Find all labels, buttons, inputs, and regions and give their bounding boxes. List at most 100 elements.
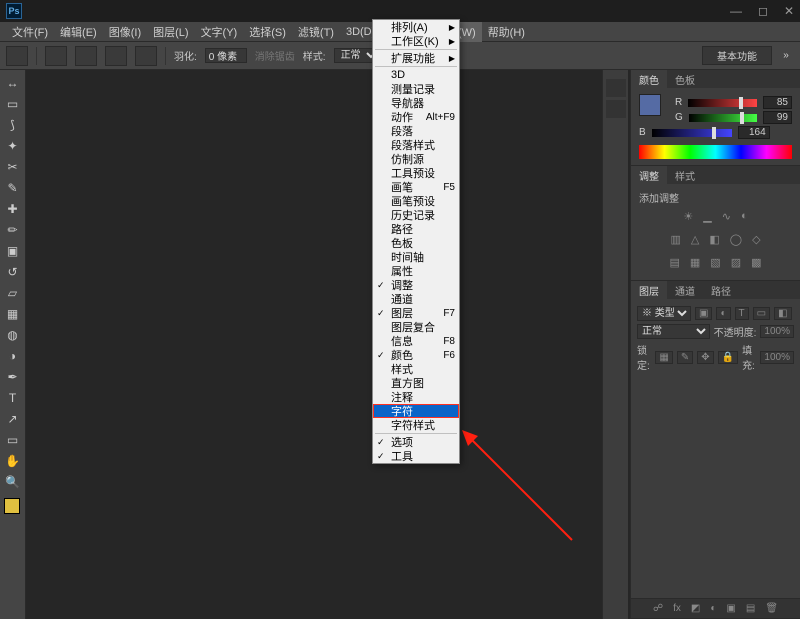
window-menu-item[interactable]: 时间轴 xyxy=(373,250,459,264)
expand-icon[interactable]: » xyxy=(778,50,794,61)
r-slider[interactable] xyxy=(688,99,757,107)
history-brush-tool[interactable]: ↺ xyxy=(2,262,24,282)
window-menu-item[interactable]: ✓调整 xyxy=(373,278,459,292)
tab-color[interactable]: 颜色 xyxy=(631,70,667,88)
tab-adjustments[interactable]: 调整 xyxy=(631,166,667,184)
lock-all-icon[interactable]: 🔒 xyxy=(718,351,738,364)
photo-filter-icon[interactable]: ◯ xyxy=(730,233,742,246)
window-menu-item[interactable]: ✓颜色F6 xyxy=(373,348,459,362)
invert-icon[interactable]: ▤ xyxy=(669,256,679,269)
fill-value[interactable]: 100% xyxy=(760,351,794,364)
selection-mode-add-icon[interactable] xyxy=(75,46,97,66)
menu-help[interactable]: 帮助(H) xyxy=(482,22,531,42)
filter-shape-icon[interactable]: ▭ xyxy=(753,307,770,320)
workspace-switcher[interactable]: 基本功能 xyxy=(702,46,772,65)
dodge-tool[interactable]: ◑ xyxy=(2,346,24,366)
layer-list[interactable] xyxy=(631,379,800,598)
posterize-icon[interactable]: ▦ xyxy=(690,256,700,269)
threshold-icon[interactable]: ▧ xyxy=(710,256,720,269)
blend-mode-select[interactable]: 正常 xyxy=(637,324,710,339)
feather-input[interactable] xyxy=(205,48,247,63)
close-button[interactable]: ✕ xyxy=(784,4,794,18)
selective-color-icon[interactable]: ▩ xyxy=(751,256,761,269)
g-value[interactable]: 99 xyxy=(763,111,792,124)
brightness-icon[interactable]: ☀ xyxy=(683,210,693,223)
filter-type-icon[interactable]: T xyxy=(735,307,749,320)
stamp-tool[interactable]: ▣ xyxy=(2,241,24,261)
window-menu-item[interactable]: 样式 xyxy=(373,362,459,376)
window-menu-item[interactable]: 字符样式 xyxy=(373,418,459,432)
new-adjustment-icon[interactable]: ◐ xyxy=(710,603,716,614)
lasso-tool[interactable]: ⟆ xyxy=(2,115,24,135)
link-layers-icon[interactable]: ☍ xyxy=(653,603,663,614)
lock-position-icon[interactable]: ✥ xyxy=(697,351,713,364)
menu-file[interactable]: 文件(F) xyxy=(6,22,54,42)
zoom-tool[interactable]: 🔍 xyxy=(2,472,24,492)
selection-mode-new-icon[interactable] xyxy=(45,46,67,66)
layer-filter-kind[interactable]: ※ 类型 xyxy=(637,306,691,321)
window-menu-item[interactable]: 字符 xyxy=(373,404,459,418)
collapsed-panel-icon[interactable] xyxy=(606,100,626,118)
hand-tool[interactable]: ✋ xyxy=(2,451,24,471)
eraser-tool[interactable]: ▱ xyxy=(2,283,24,303)
lock-pixels-icon[interactable]: ✎ xyxy=(677,351,693,364)
canvas-area[interactable] xyxy=(26,70,630,619)
brush-tool[interactable]: ✏ xyxy=(2,220,24,240)
tab-styles[interactable]: 样式 xyxy=(667,166,703,184)
window-menu-item[interactable]: 画笔预设 xyxy=(373,194,459,208)
delete-layer-icon[interactable]: 🗑 xyxy=(765,603,778,614)
window-menu-item[interactable]: 工作区(K)▶ xyxy=(373,34,459,48)
bw-icon[interactable]: ◧ xyxy=(709,233,719,246)
tab-swatches[interactable]: 色板 xyxy=(667,70,703,88)
hue-icon[interactable]: △ xyxy=(691,233,699,246)
window-menu-item[interactable]: 工具预设 xyxy=(373,166,459,180)
shape-tool[interactable]: ▭ xyxy=(2,430,24,450)
window-menu-item[interactable]: 通道 xyxy=(373,292,459,306)
window-menu-item[interactable]: 路径 xyxy=(373,222,459,236)
color-preview-swatch[interactable] xyxy=(639,94,667,122)
window-menu-item[interactable]: ✓工具 xyxy=(373,449,459,463)
window-menu-item[interactable]: 图层复合 xyxy=(373,320,459,334)
move-tool[interactable]: ↔ xyxy=(2,73,24,93)
window-menu-item[interactable]: 导航器 xyxy=(373,96,459,110)
blur-tool[interactable]: ◍ xyxy=(2,325,24,345)
lock-transparency-icon[interactable]: ▦ xyxy=(655,351,672,364)
opacity-value[interactable]: 100% xyxy=(760,325,794,338)
window-menu-item[interactable]: 动作Alt+F9 xyxy=(373,110,459,124)
new-group-icon[interactable]: ▣ xyxy=(726,603,735,614)
window-menu-item[interactable]: 测量记录 xyxy=(373,82,459,96)
b-value[interactable]: 164 xyxy=(738,126,770,139)
wand-tool[interactable]: ✦ xyxy=(2,136,24,156)
window-menu-item[interactable]: 3D xyxy=(373,68,459,82)
window-menu-item[interactable]: 排列(A)▶ xyxy=(373,20,459,34)
crop-tool[interactable]: ✂ xyxy=(2,157,24,177)
eyedropper-tool[interactable]: ✎ xyxy=(2,178,24,198)
filter-pixel-icon[interactable]: ▣ xyxy=(695,307,712,320)
marquee-tool[interactable]: ▭ xyxy=(2,94,24,114)
pen-tool[interactable]: ✒ xyxy=(2,367,24,387)
type-tool[interactable]: T xyxy=(2,388,24,408)
exposure-icon[interactable]: ◐ xyxy=(741,210,748,223)
gradient-map-icon[interactable]: ▨ xyxy=(731,256,741,269)
channel-mixer-icon[interactable]: ◇ xyxy=(752,233,760,246)
selection-mode-intersect-icon[interactable] xyxy=(135,46,157,66)
g-slider[interactable] xyxy=(689,114,758,122)
window-menu-item[interactable]: 段落样式 xyxy=(373,138,459,152)
window-menu-item[interactable]: ✓图层F7 xyxy=(373,306,459,320)
menu-text[interactable]: 文字(Y) xyxy=(195,22,244,42)
curves-icon[interactable]: ∿ xyxy=(722,210,731,223)
menu-image[interactable]: 图像(I) xyxy=(103,22,147,42)
collapsed-panel-icon[interactable] xyxy=(606,79,626,97)
vibrance-icon[interactable]: ▥ xyxy=(670,233,680,246)
window-menu-item[interactable]: 画笔F5 xyxy=(373,180,459,194)
menu-edit[interactable]: 编辑(E) xyxy=(54,22,103,42)
window-menu-item[interactable]: 仿制源 xyxy=(373,152,459,166)
r-value[interactable]: 85 xyxy=(763,96,792,109)
tool-preset-icon[interactable] xyxy=(6,46,28,66)
path-tool[interactable]: ↗ xyxy=(2,409,24,429)
window-menu-item[interactable]: 扩展功能▶ xyxy=(373,51,459,65)
color-swatch[interactable] xyxy=(4,498,21,514)
new-layer-icon[interactable]: ▤ xyxy=(746,603,755,614)
menu-filter[interactable]: 滤镜(T) xyxy=(292,22,340,42)
window-menu-item[interactable]: ✓选项 xyxy=(373,435,459,449)
